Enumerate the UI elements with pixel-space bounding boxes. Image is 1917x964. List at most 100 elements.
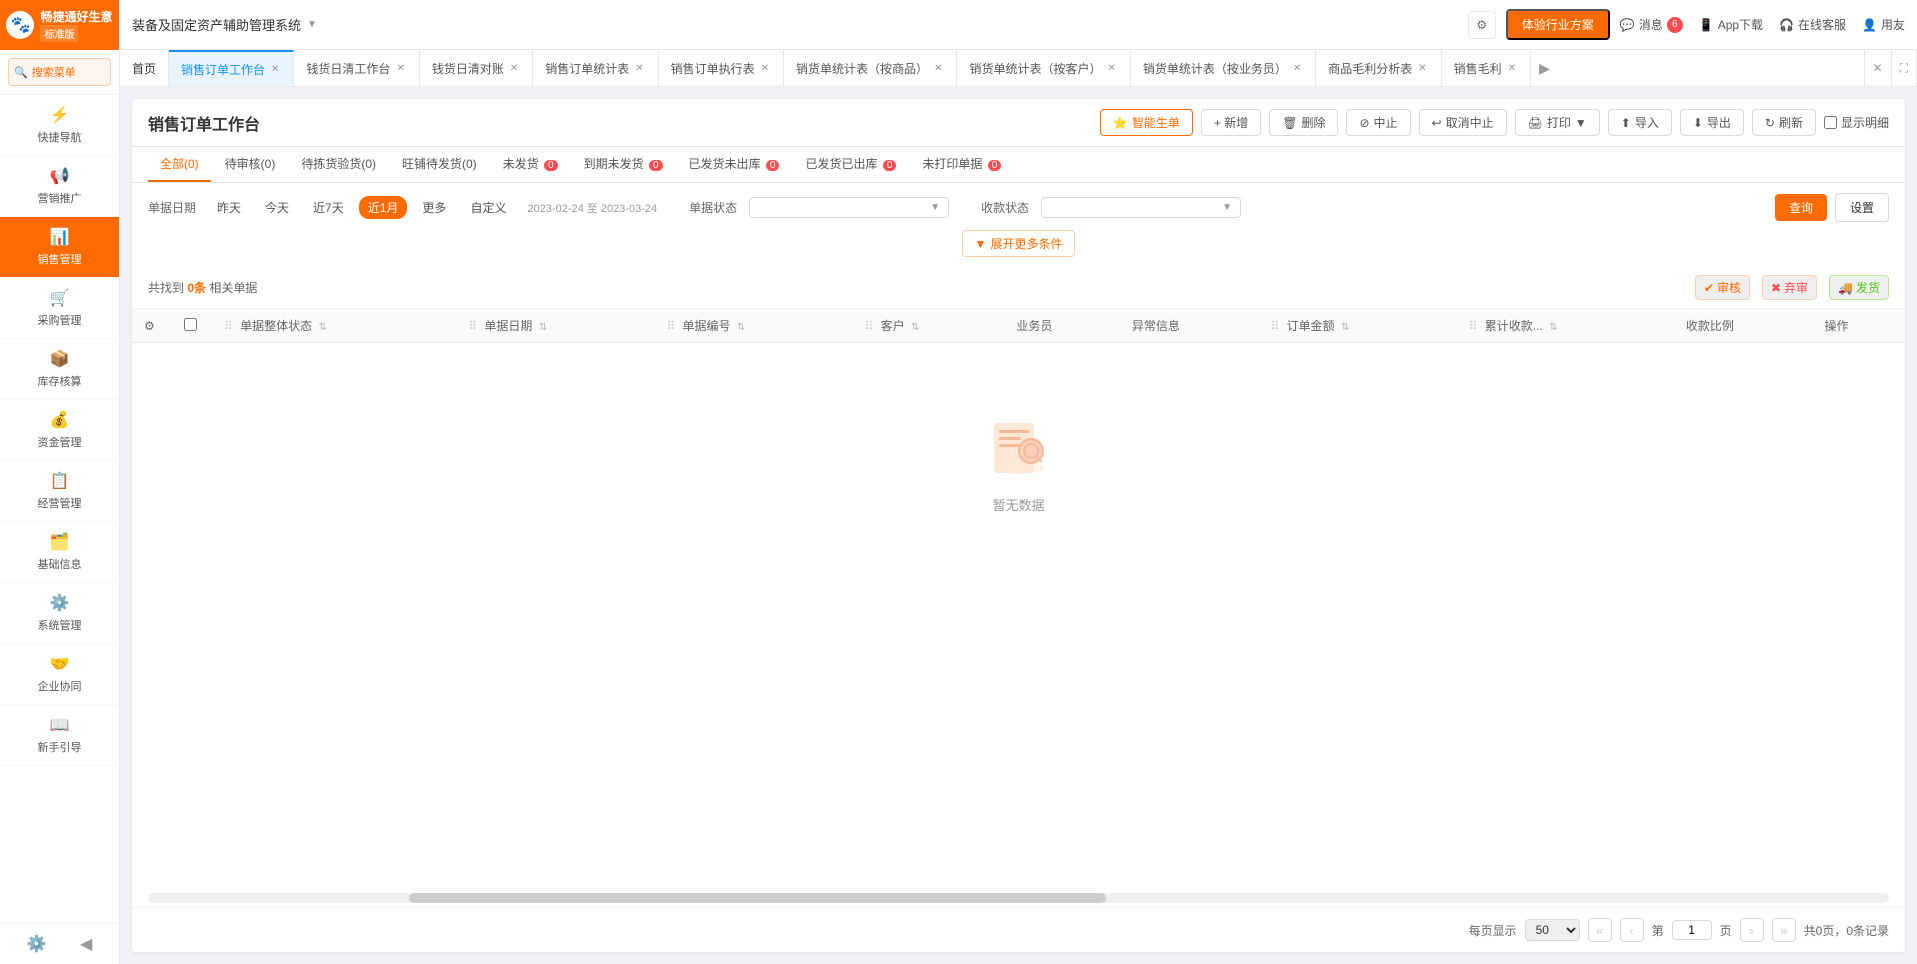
industry-solution-button[interactable]: 体验行业方案 <box>1506 9 1610 40</box>
sub-tab-not-printed[interactable]: 未打印单据 0 <box>910 147 1013 182</box>
sidebar-item-purchase[interactable]: 🛒 采购管理 <box>0 278 119 339</box>
smart-create-button[interactable]: ⭐ 智能生单 <box>1100 109 1193 136</box>
tab-sales-stat-staff-close[interactable]: ✕ <box>1291 62 1303 75</box>
customer-sort-icon[interactable]: ⇅ <box>911 322 919 333</box>
tab-sales-gross-close[interactable]: ✕ <box>1506 62 1518 75</box>
next-page-button[interactable]: › <box>1740 918 1764 942</box>
delete-button[interactable]: 🗑 删除 <box>1269 109 1338 136</box>
sub-tab-all[interactable]: 全部(0) <box>148 147 211 182</box>
sidebar-item-system[interactable]: ⚙️ 系统管理 <box>0 583 119 644</box>
sidebar-item-inventory[interactable]: 📦 库存核算 <box>0 339 119 400</box>
date-btn-custom[interactable]: 自定义 <box>461 196 515 219</box>
revoke-audit-button[interactable]: ✖ 弃审 <box>1762 275 1817 300</box>
date-btn-more[interactable]: 更多 <box>413 196 455 219</box>
topbar-settings-button[interactable]: ⚙ <box>1468 11 1496 39</box>
number-sort-icon[interactable]: ⇅ <box>737 322 745 333</box>
date-sort-icon[interactable]: ⇅ <box>539 322 547 333</box>
status-sort-icon[interactable]: ⇅ <box>319 322 327 333</box>
sub-tab-not-shipped[interactable]: 未发货 0 <box>491 147 570 182</box>
tab-sales-exec[interactable]: 销售订单执行表 ✕ <box>659 50 784 86</box>
add-button[interactable]: + 新增 <box>1201 109 1261 136</box>
tab-goods-margin[interactable]: 商品毛利分析表 ✕ <box>1316 50 1441 86</box>
tab-sales-stat-customer[interactable]: 销货单统计表（按客户） ✕ <box>957 50 1130 86</box>
page-size-select[interactable]: 10 20 50 100 <box>1525 919 1580 941</box>
sub-tab-expired-not-shipped[interactable]: 到期未发货 0 <box>572 147 675 182</box>
tab-goods-margin-close[interactable]: ✕ <box>1416 62 1428 75</box>
sidebar-item-sales[interactable]: 📊 销售管理 <box>0 217 119 278</box>
sub-tab-pending-inspect[interactable]: 待拣货验货(0) <box>289 147 388 182</box>
sub-tab-wangpu[interactable]: 旺铺待发货(0) <box>390 147 489 182</box>
sidebar-item-marketing[interactable]: 📢 营销推广 <box>0 156 119 217</box>
show-detail-checkbox-label[interactable]: 显示明细 <box>1824 114 1889 131</box>
refresh-button[interactable]: ↻ 刷新 <box>1752 109 1816 136</box>
payment-select[interactable]: ▼ <box>1041 197 1241 218</box>
date-btn-yesterday[interactable]: 昨天 <box>208 196 250 219</box>
collected-sort-icon[interactable]: ⇅ <box>1549 322 1557 333</box>
tab-sales-gross[interactable]: 销售毛利 ✕ <box>1442 50 1531 86</box>
user-button[interactable]: 👤 用友 <box>1862 16 1905 33</box>
tab-sales-stat-goods-close[interactable]: ✕ <box>932 62 944 75</box>
online-service-button[interactable]: 🎧 在线客服 <box>1779 16 1846 33</box>
search-menu-button[interactable]: 🔍 搜索菜单 <box>8 58 111 86</box>
tab-sales-stat-staff[interactable]: 销货单统计表（按业务员） ✕ <box>1131 50 1316 86</box>
table-count: 共找到 0条 相关单据 <box>148 279 257 296</box>
ship-button[interactable]: 🚚 发货 <box>1829 275 1889 300</box>
last-page-button[interactable]: » <box>1772 918 1796 942</box>
tab-sales-workbench[interactable]: 销售订单工作台 ✕ <box>169 50 294 86</box>
export-button[interactable]: ⬇ 导出 <box>1680 109 1744 136</box>
tab-cash-daily-close[interactable]: ✕ <box>394 62 406 75</box>
sidebar-item-finance[interactable]: 💰 资金管理 <box>0 400 119 461</box>
stop-button[interactable]: ⊘ 中止 <box>1346 109 1410 136</box>
tab-sales-exec-close[interactable]: ✕ <box>759 62 771 75</box>
tab-sales-stat-close[interactable]: ✕ <box>633 62 645 75</box>
amount-sort-icon[interactable]: ⇅ <box>1341 322 1349 333</box>
tab-cash-reconcile[interactable]: 钱货日清对账 ✕ <box>420 50 533 86</box>
first-page-button[interactable]: « <box>1588 918 1612 942</box>
date-btn-today[interactable]: 今天 <box>256 196 298 219</box>
date-btn-1month[interactable]: 近1月 <box>359 196 408 219</box>
settings-bottom-icon[interactable]: ⚙️ <box>27 934 47 954</box>
tab-sales-workbench-close[interactable]: ✕ <box>269 63 281 76</box>
tab-fullscreen-button[interactable]: ⛶ <box>1892 50 1917 86</box>
tab-sales-stat-customer-close[interactable]: ✕ <box>1105 62 1117 75</box>
message-button[interactable]: 💬 消息 6 <box>1620 16 1683 33</box>
tab-close-current-button[interactable]: ✕ <box>1865 50 1892 86</box>
sidebar-item-operation[interactable]: 📋 经营管理 <box>0 461 119 522</box>
import-button[interactable]: ⬆ 导入 <box>1608 109 1672 136</box>
page-number-input[interactable] <box>1672 920 1712 940</box>
app-download-button[interactable]: 📱 App下载 <box>1699 16 1763 33</box>
scrollbar-thumb[interactable] <box>409 893 1105 903</box>
print-dropdown-icon[interactable]: ▼ <box>1575 116 1587 130</box>
settings-icon[interactable]: ⚙ <box>144 319 155 333</box>
print-button[interactable]: 🖨 打印 ▼ <box>1515 109 1600 136</box>
empty-icon <box>979 403 1059 483</box>
date-btn-7days[interactable]: 近7天 <box>304 196 353 219</box>
collapse-icon[interactable]: ◀ <box>80 934 92 954</box>
tab-more-button[interactable]: ▶ <box>1531 60 1558 77</box>
audit-button[interactable]: ✔ 审核 <box>1695 275 1750 300</box>
tab-cash-daily[interactable]: 钱货日清工作台 ✕ <box>294 50 419 86</box>
tab-home[interactable]: 首页 <box>120 50 169 86</box>
sub-tab-shipped-stored[interactable]: 已发货已出库 0 <box>793 147 908 182</box>
cancel-stop-button[interactable]: ↩ 取消中止 <box>1419 109 1507 136</box>
sidebar-item-cooperation[interactable]: 🤝 企业协同 <box>0 644 119 705</box>
tab-cash-reconcile-close[interactable]: ✕ <box>508 62 520 75</box>
sidebar-item-basic[interactable]: 🗂️ 基础信息 <box>0 522 119 583</box>
sidebar-item-guide[interactable]: 📖 新手引导 <box>0 705 119 766</box>
search-icon: 🔍 <box>14 66 28 79</box>
not-shipped-badge: 0 <box>544 160 558 171</box>
select-all-checkbox[interactable] <box>184 318 197 331</box>
filter-settings-button[interactable]: 设置 <box>1835 193 1889 222</box>
query-button[interactable]: 查询 <box>1775 194 1827 221</box>
sidebar-item-quick-nav[interactable]: ⚡ 快捷导航 <box>0 95 119 156</box>
status-select[interactable]: ▼ <box>749 197 949 218</box>
show-detail-checkbox[interactable] <box>1824 116 1837 129</box>
sub-tab-shipped-not-stored[interactable]: 已发货未出库 0 <box>677 147 792 182</box>
prev-page-button[interactable]: ‹ <box>1620 918 1644 942</box>
tab-sales-stat-goods[interactable]: 销货单统计表（按商品） ✕ <box>784 50 957 86</box>
topbar-dropdown-icon[interactable]: ▼ <box>307 19 317 30</box>
tab-sales-stat[interactable]: 销售订单统计表 ✕ <box>533 50 658 86</box>
expand-more-button[interactable]: ▼ 展开更多条件 <box>962 230 1076 257</box>
sub-tab-pending-audit[interactable]: 待审核(0) <box>213 147 288 182</box>
horizontal-scrollbar[interactable] <box>148 893 1889 903</box>
